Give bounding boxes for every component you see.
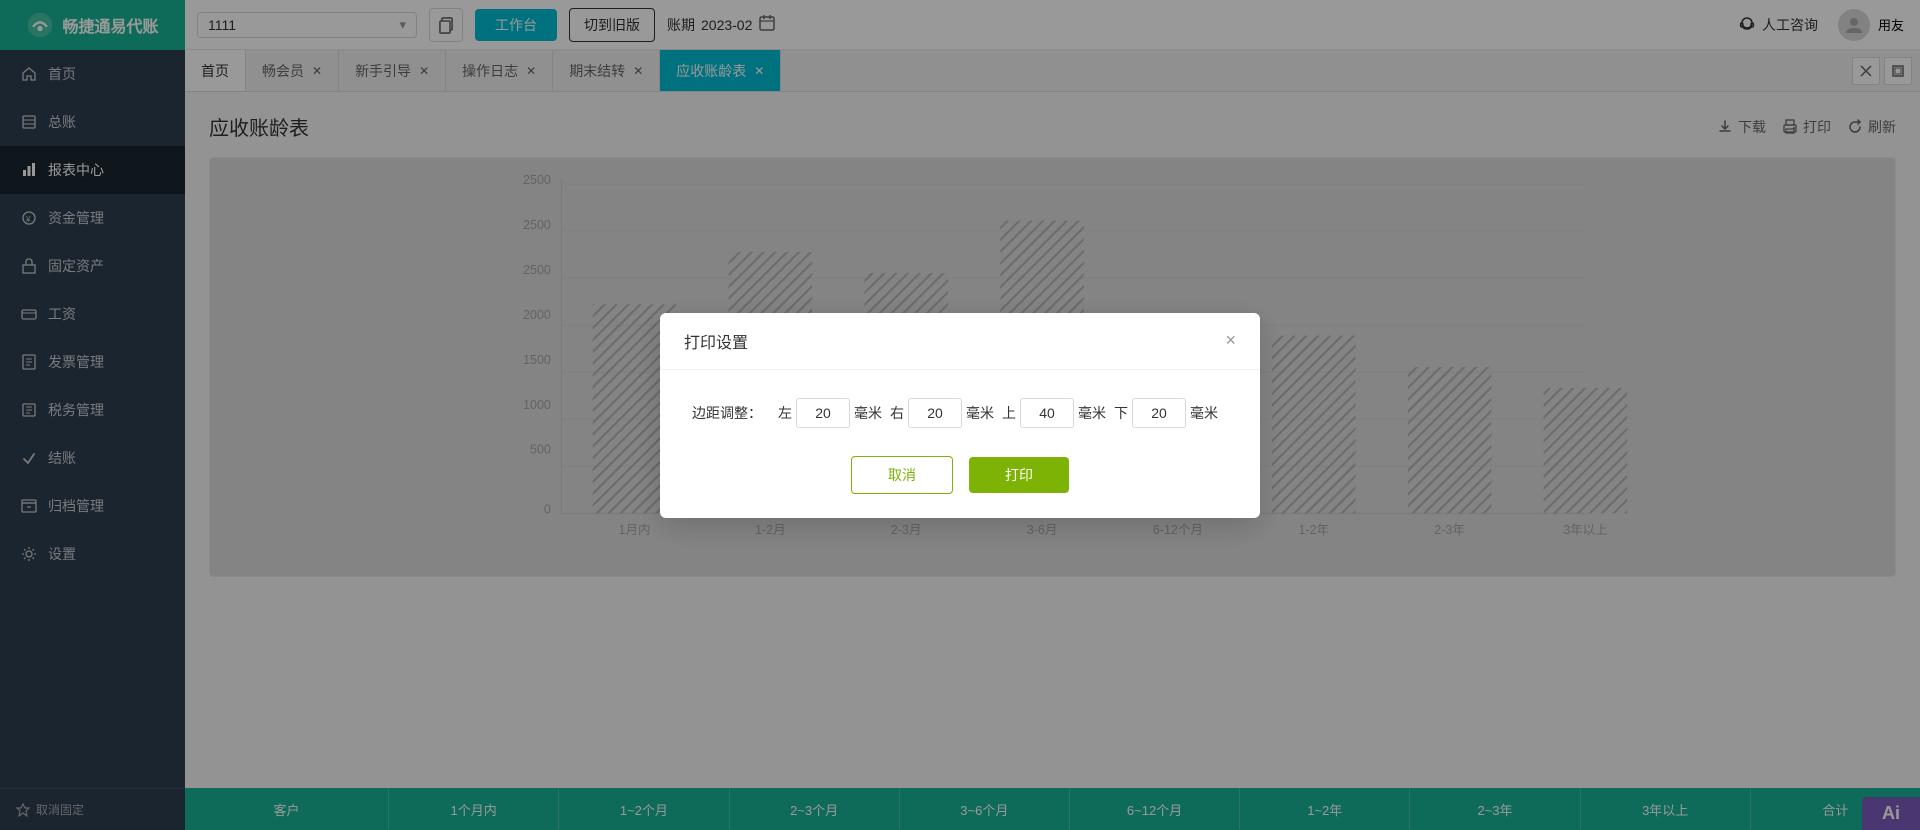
modal-close-button[interactable]: × <box>1225 330 1236 351</box>
right-margin-group: 右 毫米 <box>890 398 994 428</box>
left-direction-label: 左 <box>778 403 792 423</box>
modal-overlay: 打印设置 × 边距调整： 左 毫米 右 毫米 上 毫米 <box>0 0 1920 830</box>
right-margin-input[interactable] <box>908 398 962 428</box>
left-margin-group: 左 毫米 <box>778 398 882 428</box>
left-unit-label: 毫米 <box>854 403 882 423</box>
print-confirm-button[interactable]: 打印 <box>969 457 1069 493</box>
modal-footer: 取消 打印 <box>660 448 1260 518</box>
margin-label: 边距调整： <box>692 403 762 423</box>
top-unit-label: 毫米 <box>1078 403 1106 423</box>
top-margin-group: 上 毫米 <box>1002 398 1106 428</box>
modal-body: 边距调整： 左 毫米 右 毫米 上 毫米 下 <box>660 370 1260 448</box>
cancel-button[interactable]: 取消 <box>851 456 953 494</box>
print-dialog: 打印设置 × 边距调整： 左 毫米 右 毫米 上 毫米 <box>660 313 1260 518</box>
bottom-margin-input[interactable] <box>1132 398 1186 428</box>
modal-title: 打印设置 <box>684 329 748 353</box>
margin-row: 边距调整： 左 毫米 右 毫米 上 毫米 下 <box>692 398 1228 428</box>
bottom-direction-label: 下 <box>1114 403 1128 423</box>
top-direction-label: 上 <box>1002 403 1016 423</box>
left-margin-input[interactable] <box>796 398 850 428</box>
right-direction-label: 右 <box>890 403 904 423</box>
modal-header: 打印设置 × <box>660 313 1260 370</box>
bottom-unit-label: 毫米 <box>1190 403 1218 423</box>
bottom-margin-group: 下 毫米 <box>1114 398 1218 428</box>
right-unit-label: 毫米 <box>966 403 994 423</box>
top-margin-input[interactable] <box>1020 398 1074 428</box>
